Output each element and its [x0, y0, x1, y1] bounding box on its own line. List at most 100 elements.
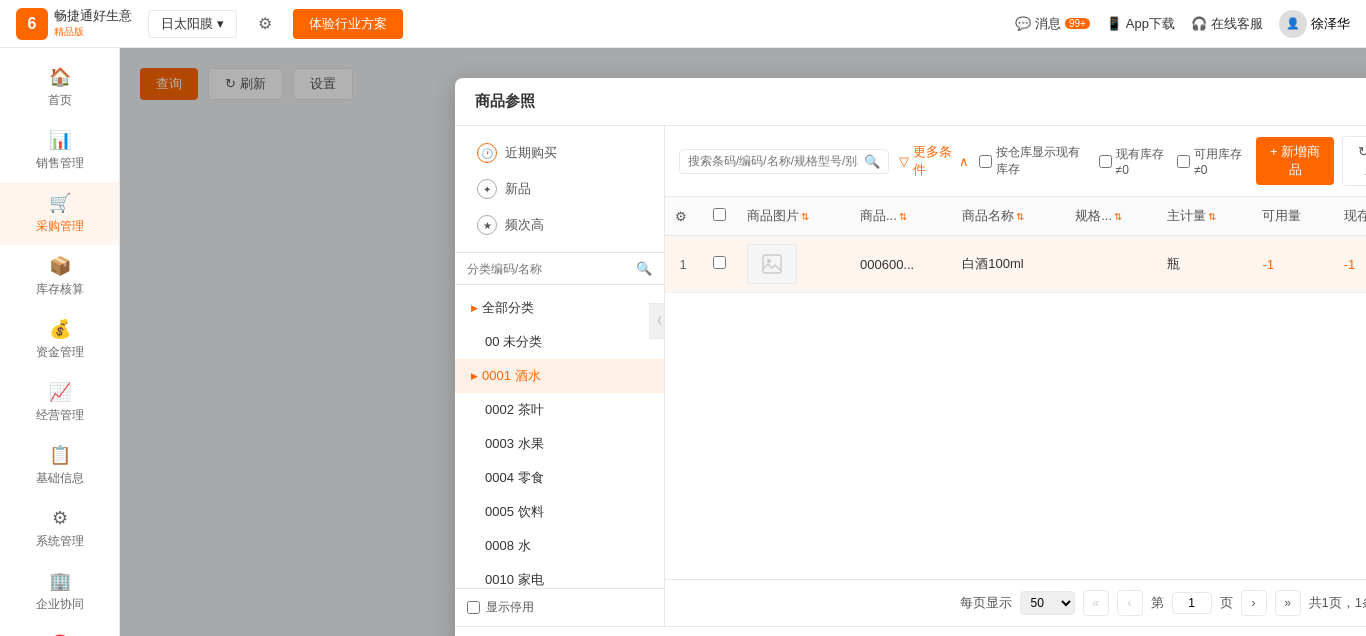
- available-value: -1: [1262, 257, 1274, 272]
- tab-new-products[interactable]: ✦ 新品: [467, 172, 652, 206]
- store-selector[interactable]: 日太阳膜 ▾: [148, 10, 237, 38]
- warehouse-stock-checkbox[interactable]: 按仓库显示现有库存: [979, 144, 1089, 178]
- category-item-unclassified[interactable]: 00 未分类: [455, 325, 664, 359]
- new-icon: ✦: [477, 179, 497, 199]
- row-checkbox[interactable]: [713, 256, 726, 269]
- th-image[interactable]: 商品图片⇅: [737, 197, 850, 236]
- gear-button[interactable]: ⚙: [249, 8, 281, 40]
- image-placeholder-icon: [760, 252, 784, 276]
- category-item-label: 全部分类: [482, 299, 534, 317]
- category-item-water[interactable]: 0008 水: [455, 529, 664, 563]
- th-code[interactable]: 商品...⇅: [850, 197, 952, 236]
- category-item-label: 0002 茶叶: [471, 401, 544, 419]
- per-page-select[interactable]: 50 20 100: [1020, 591, 1075, 615]
- category-item-fruit[interactable]: 0003 水果: [455, 427, 664, 461]
- page-number-input[interactable]: [1172, 592, 1212, 614]
- logo-icon: 6: [16, 8, 48, 40]
- last-page-button[interactable]: »: [1275, 590, 1301, 616]
- app-download-label: App下载: [1126, 15, 1175, 33]
- display-stopped-label: 显示停用: [486, 599, 534, 616]
- category-item-beverage[interactable]: 0005 饮料: [455, 495, 664, 529]
- category-item-all[interactable]: ▶ 全部分类: [455, 291, 664, 325]
- category-search-input[interactable]: [467, 262, 630, 276]
- search-icon[interactable]: 🔍: [864, 154, 880, 169]
- category-item-label: 0005 饮料: [471, 503, 544, 521]
- more-filter-button[interactable]: ▽ 更多条件 ∧: [899, 143, 969, 179]
- product-spec-cell: [1065, 236, 1157, 293]
- th-settings[interactable]: ⚙: [665, 197, 701, 236]
- new-label: 新品: [505, 180, 531, 198]
- message-badge: 99+: [1065, 18, 1090, 29]
- select-all-checkbox[interactable]: [713, 208, 726, 221]
- headset-icon: 🎧: [1191, 16, 1207, 31]
- svg-point-1: [767, 259, 771, 263]
- category-item-appliance[interactable]: 0010 家电: [455, 563, 664, 588]
- app-download-btn[interactable]: 📱 App下载: [1106, 15, 1175, 33]
- sort-icon: ⇅: [1016, 211, 1024, 222]
- modal-body: 🕐 近期购买 ✦ 新品 ★ 频次高: [455, 126, 1366, 626]
- filter-icon: ▽: [899, 154, 909, 169]
- available-stock-label: 可用库存≠0: [1194, 146, 1246, 177]
- sidebar-item-home[interactable]: 🏠 首页: [0, 56, 119, 119]
- available-stock-check[interactable]: [1177, 155, 1190, 168]
- category-item-tea[interactable]: 0002 茶叶: [455, 393, 664, 427]
- sidebar-item-guide[interactable]: 🎯 新手引导: [0, 623, 119, 636]
- current-stock-checkbox[interactable]: 现有库存≠0: [1099, 146, 1168, 177]
- warehouse-stock-check[interactable]: [979, 155, 992, 168]
- sort-icon: ⇅: [1114, 211, 1122, 222]
- category-item-label: 00 未分类: [471, 333, 542, 351]
- product-search-input[interactable]: [688, 154, 858, 168]
- top-nav: 6 畅捷通好生意 精品版 日太阳膜 ▾ ⚙ 体验行业方案 💬 消息 99+ 📱 …: [0, 0, 1366, 48]
- display-stopped-check[interactable]: [467, 601, 480, 614]
- sidebar: 🏠 首页 📊 销售管理 🛒 采购管理 📦 库存核算 💰 资金管理 📈 经营管理 …: [0, 48, 120, 636]
- customer-service-btn[interactable]: 🎧 在线客服: [1191, 15, 1263, 33]
- sidebar-item-enterprise[interactable]: 🏢 企业协同: [0, 560, 119, 623]
- store-name: 日太阳膜: [161, 15, 213, 33]
- table-row[interactable]: 1: [665, 236, 1366, 293]
- stock-value: -1: [1344, 257, 1356, 272]
- product-unit-cell: 瓶: [1157, 236, 1252, 293]
- th-unit[interactable]: 主计量⇅: [1157, 197, 1252, 236]
- sidebar-item-purchase[interactable]: 🛒 采购管理: [0, 182, 119, 245]
- freq-icon: ★: [477, 215, 497, 235]
- current-stock-check[interactable]: [1099, 155, 1112, 168]
- purchase-icon: 🛒: [49, 192, 71, 214]
- next-page-button[interactable]: ›: [1241, 590, 1267, 616]
- category-item-alcohol[interactable]: ▶ 0001 酒水: [455, 359, 664, 393]
- sidebar-item-inventory[interactable]: 📦 库存核算: [0, 245, 119, 308]
- first-page-button[interactable]: «: [1083, 590, 1109, 616]
- product-table: ⚙ 商品图片⇅ 商品...⇅: [665, 197, 1366, 293]
- th-checkbox: [701, 197, 737, 236]
- left-panel: 🕐 近期购买 ✦ 新品 ★ 频次高: [455, 126, 665, 626]
- logo-area: 6 畅捷通好生意 精品版: [16, 8, 136, 40]
- sidebar-item-basic-info[interactable]: 📋 基础信息: [0, 434, 119, 497]
- product-code-cell: 000600...: [850, 236, 952, 293]
- sidebar-item-sales[interactable]: 📊 销售管理: [0, 119, 119, 182]
- phone-icon: 📱: [1106, 16, 1122, 31]
- category-item-snack[interactable]: 0004 零食: [455, 461, 664, 495]
- sidebar-item-system[interactable]: ⚙ 系统管理: [0, 497, 119, 560]
- tab-recent-purchase[interactable]: 🕐 近期购买: [467, 136, 652, 170]
- product-available-cell: -1: [1252, 236, 1333, 293]
- display-stopped-checkbox[interactable]: 显示停用: [467, 599, 534, 616]
- available-stock-checkbox[interactable]: 可用库存≠0: [1177, 146, 1246, 177]
- tab-high-frequency[interactable]: ★ 频次高: [467, 208, 652, 242]
- category-search-icon[interactable]: 🔍: [636, 261, 652, 276]
- message-btn[interactable]: 💬 消息 99+: [1015, 15, 1090, 33]
- refresh-button[interactable]: ↻ 刷新: [1342, 136, 1366, 186]
- user-area[interactable]: 👤 徐泽华: [1279, 10, 1350, 38]
- trial-button[interactable]: 体验行业方案: [293, 9, 403, 39]
- th-spec[interactable]: 规格...⇅: [1065, 197, 1157, 236]
- product-image-cell: [737, 236, 850, 293]
- chevron-down-icon: ▾: [217, 16, 224, 31]
- add-product-button[interactable]: + 新增商品: [1256, 137, 1335, 185]
- product-reference-modal: 商品参照 × 🕐 近期购买 ✦ 新品: [455, 78, 1366, 636]
- th-name[interactable]: 商品名称⇅: [952, 197, 1065, 236]
- prev-page-button[interactable]: ‹: [1117, 590, 1143, 616]
- category-search: 🔍: [455, 253, 664, 285]
- sidebar-item-finance[interactable]: 💰 资金管理: [0, 308, 119, 371]
- collapse-panel-button[interactable]: 《: [649, 303, 665, 339]
- content-area: 查询 ↻ 刷新 设置 商品参照 × 🕐 近期购买: [120, 48, 1366, 636]
- sidebar-item-operations[interactable]: 📈 经营管理: [0, 371, 119, 434]
- product-toolbar: 🔍 ▽ 更多条件 ∧ 按仓库显示现有库存: [665, 126, 1366, 197]
